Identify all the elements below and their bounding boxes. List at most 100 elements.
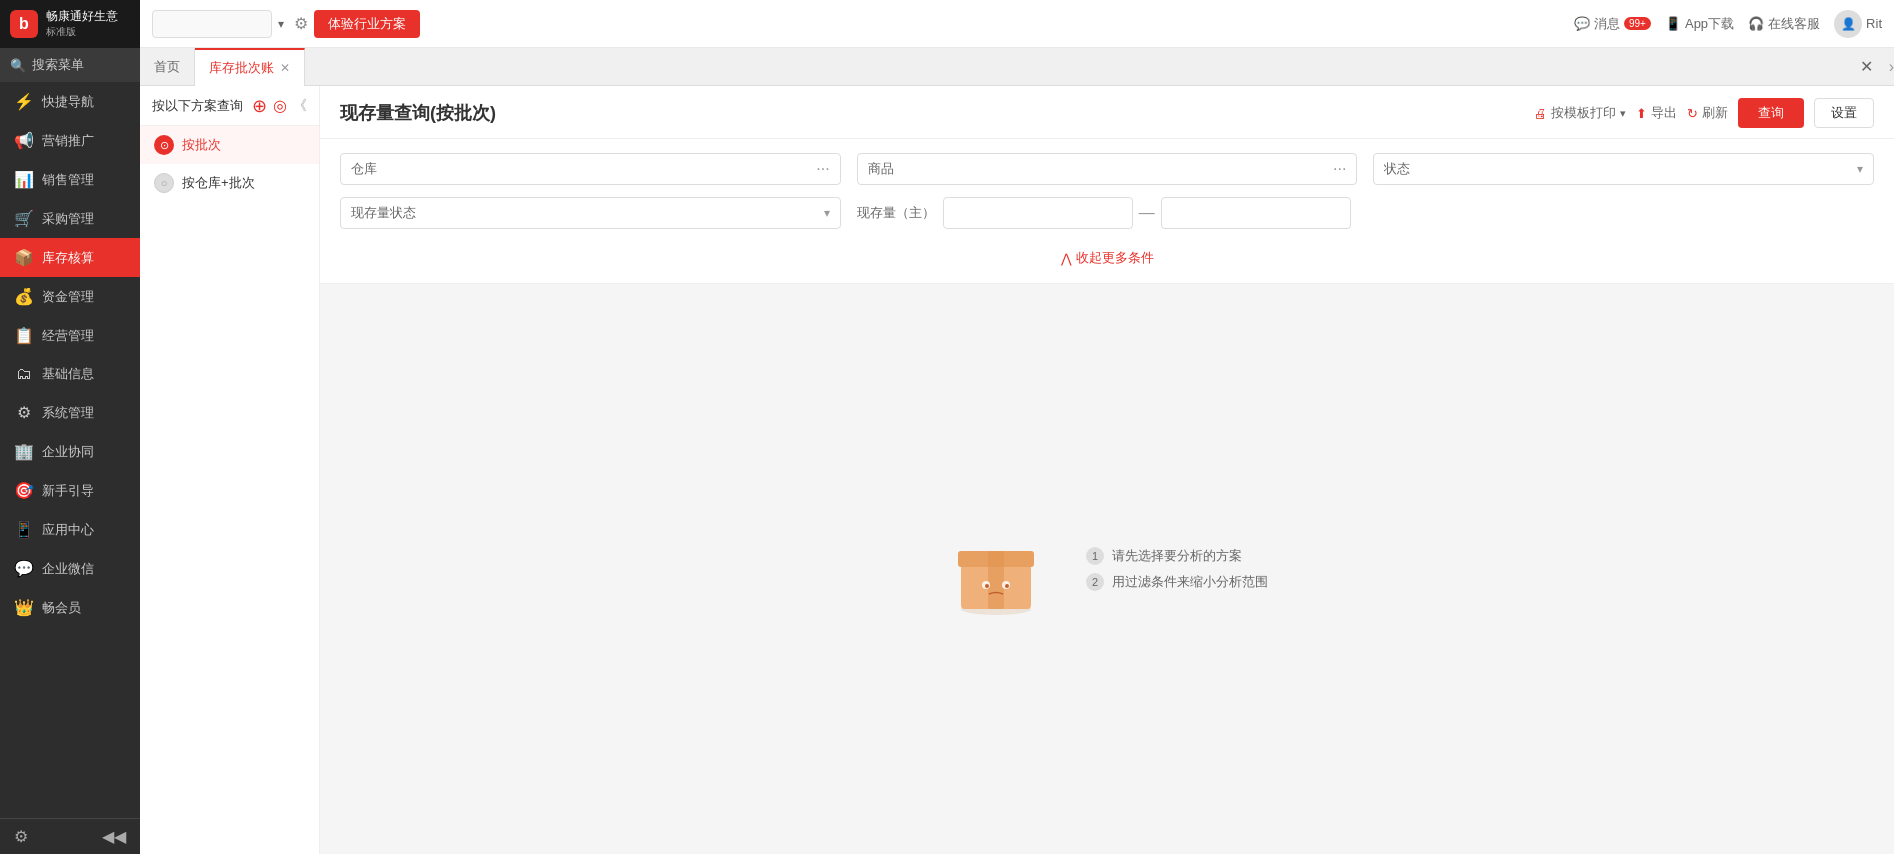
topbar-search-input[interactable] — [152, 10, 272, 38]
messages-label: 消息 — [1594, 15, 1620, 33]
status-dropdown[interactable]: 状态 ▾ — [1373, 153, 1874, 185]
stock-status-label: 现存量状态 — [351, 204, 416, 222]
warehouse-input[interactable] — [385, 162, 812, 177]
sidebar-item-app-center[interactable]: 📱 应用中心 — [0, 510, 140, 549]
step-1-label: 请先选择要分析的方案 — [1112, 547, 1242, 565]
topbar-dropdown-arrow[interactable]: ▾ — [278, 17, 284, 31]
sidebar-collapse-icon[interactable]: ◀◀ — [102, 827, 126, 846]
status-label: 状态 — [1384, 160, 1410, 178]
experience-btn[interactable]: 体验行业方案 — [314, 10, 420, 38]
sidebar-footer: ⚙ ◀◀ — [0, 818, 140, 854]
filter-area: 仓库 ··· 商品 ··· — [320, 139, 1894, 284]
messages-badge: 99+ — [1624, 17, 1651, 30]
sidebar-item-operations[interactable]: 📋 经营管理 — [0, 316, 140, 355]
topbar: ▾ ⚙ 体验行业方案 💬 消息 99+ 📱 App下载 🎧 在线客服 👤 Rit — [140, 0, 1894, 48]
online-service-item[interactable]: 🎧 在线客服 — [1748, 15, 1820, 33]
topbar-gear-icon[interactable]: ⚙ — [294, 14, 308, 33]
scheme-icon-by-warehouse-batch: ○ — [154, 173, 174, 193]
export-action[interactable]: ⬆ 导出 — [1636, 104, 1677, 122]
app-download-item[interactable]: 📱 App下载 — [1665, 15, 1734, 33]
sidebar-item-finance[interactable]: 💰 资金管理 — [0, 277, 140, 316]
settings-btn[interactable]: 设置 — [1814, 98, 1874, 128]
sidebar-item-inventory-label: 库存核算 — [42, 249, 94, 267]
product-input[interactable] — [902, 162, 1329, 177]
search-icon: 🔍 — [10, 58, 26, 73]
scheme-item-by-batch[interactable]: ⊙ 按批次 — [140, 126, 319, 164]
sidebar-item-purchase[interactable]: 🛒 采购管理 — [0, 199, 140, 238]
sidebar-item-shortcut[interactable]: ⚡ 快捷导航 — [0, 82, 140, 121]
sidebar-item-marketing-label: 营销推广 — [42, 132, 94, 150]
sidebar-item-basic[interactable]: 🗂 基础信息 — [0, 355, 140, 393]
tab-panel-close-btn[interactable]: ✕ — [1848, 57, 1885, 76]
user-display-name: Rit — [1866, 16, 1882, 31]
tab-home[interactable]: 首页 — [140, 48, 195, 86]
query-btn[interactable]: 查询 — [1738, 98, 1804, 128]
warehouse-filter: 仓库 ··· — [340, 153, 841, 185]
sidebar-item-system-label: 系统管理 — [42, 404, 94, 422]
sidebar-item-member[interactable]: 👑 畅会员 — [0, 588, 140, 627]
product-input-wrap[interactable]: 商品 ··· — [857, 153, 1358, 185]
stock-quantity-min-input[interactable] — [954, 206, 1122, 221]
sidebar-item-system[interactable]: ⚙ 系统管理 — [0, 393, 140, 432]
sidebar-item-newbie[interactable]: 🎯 新手引导 — [0, 471, 140, 510]
user-item[interactable]: 👤 Rit — [1834, 10, 1882, 38]
message-icon: 💬 — [1574, 16, 1590, 31]
search-menu-label: 搜索菜单 — [32, 56, 84, 74]
print-dropdown-arrow[interactable]: ▾ — [1620, 107, 1626, 120]
export-icon: ⬆ — [1636, 106, 1647, 121]
svg-rect-3 — [988, 551, 1004, 609]
filter-row-2: 现存量状态 ▾ 现存量（主） — — [340, 197, 1874, 229]
scheme-add-btn[interactable]: ⊕ — [252, 97, 267, 115]
scheme-settings-btn[interactable]: ◎ — [273, 96, 287, 115]
sidebar-item-purchase-label: 采购管理 — [42, 210, 94, 228]
app-download-label: App下载 — [1685, 15, 1734, 33]
collapse-bar[interactable]: ⋀ 收起更多条件 — [340, 241, 1874, 275]
sidebar-item-sales[interactable]: 📊 销售管理 — [0, 160, 140, 199]
stock-quantity-max-input[interactable] — [1172, 206, 1340, 221]
online-service-label: 在线客服 — [1768, 15, 1820, 33]
sidebar-item-inventory[interactable]: 📦 库存核算 — [0, 238, 140, 277]
topbar-right: 💬 消息 99+ 📱 App下载 🎧 在线客服 👤 Rit — [1574, 10, 1882, 38]
scheme-item-by-warehouse-batch-label: 按仓库+批次 — [182, 174, 255, 192]
headset-icon: 🎧 — [1748, 16, 1764, 31]
print-action[interactable]: 🖨 按模板打印 ▾ — [1534, 104, 1626, 122]
scheme-item-by-batch-label: 按批次 — [182, 136, 221, 154]
marketing-icon: 📢 — [14, 131, 34, 150]
sidebar-item-wechat-label: 企业微信 — [42, 560, 94, 578]
refresh-action[interactable]: ↻ 刷新 — [1687, 104, 1728, 122]
sidebar-nav: ⚡ 快捷导航 📢 营销推广 📊 销售管理 🛒 采购管理 📦 库存核算 💰 资金管… — [0, 82, 140, 818]
product-dots[interactable]: ··· — [1333, 160, 1346, 178]
warehouse-input-wrap[interactable]: 仓库 ··· — [340, 153, 841, 185]
tab-inventory-batch-close[interactable]: ✕ — [280, 61, 290, 75]
stock-quantity-dash: — — [1133, 204, 1161, 222]
sidebar-item-marketing[interactable]: 📢 营销推广 — [0, 121, 140, 160]
empty-step-1: 1 请先选择要分析的方案 — [1086, 547, 1268, 565]
search-menu-item[interactable]: 🔍 搜索菜单 — [0, 48, 140, 82]
stock-quantity-max-wrap[interactable] — [1161, 197, 1351, 229]
refresh-icon: ↻ — [1687, 106, 1698, 121]
tab-panel-menu-icon[interactable]: › — [1889, 58, 1894, 76]
sidebar-item-wechat[interactable]: 💬 企业微信 — [0, 549, 140, 588]
topbar-left: ▾ ⚙ 体验行业方案 — [152, 10, 1566, 38]
wechat-icon: 💬 — [14, 559, 34, 578]
settings-footer-icon[interactable]: ⚙ — [14, 827, 28, 846]
stock-quantity-min-wrap[interactable] — [943, 197, 1133, 229]
tab-inventory-batch[interactable]: 库存批次账 ✕ — [195, 48, 305, 86]
messages-item[interactable]: 💬 消息 99+ — [1574, 15, 1651, 33]
sidebar-item-enterprise[interactable]: 🏢 企业协同 — [0, 432, 140, 471]
purchase-icon: 🛒 — [14, 209, 34, 228]
sidebar-item-member-label: 畅会员 — [42, 599, 81, 617]
product-label: 商品 — [868, 160, 894, 178]
user-avatar: 👤 — [1834, 10, 1862, 38]
scheme-collapse-btn[interactable]: 《 — [293, 97, 307, 115]
warehouse-label: 仓库 — [351, 160, 377, 178]
stock-status-dropdown[interactable]: 现存量状态 ▾ — [340, 197, 841, 229]
main-panel: 现存量查询(按批次) 🖨 按模板打印 ▾ ⬆ 导出 ↻ 刷新 — [320, 86, 1894, 854]
scheme-item-by-warehouse-batch[interactable]: ○ 按仓库+批次 — [140, 164, 319, 202]
scheme-panel: 按以下方案查询 ⊕ ◎ 《 ⊙ 按批次 ○ 按仓库+批次 — [140, 86, 320, 854]
product-filter: 商品 ··· — [857, 153, 1358, 185]
collapse-label: 收起更多条件 — [1076, 249, 1154, 267]
warehouse-dots[interactable]: ··· — [816, 160, 829, 178]
sidebar-item-app-center-label: 应用中心 — [42, 521, 94, 539]
inventory-icon: 📦 — [14, 248, 34, 267]
